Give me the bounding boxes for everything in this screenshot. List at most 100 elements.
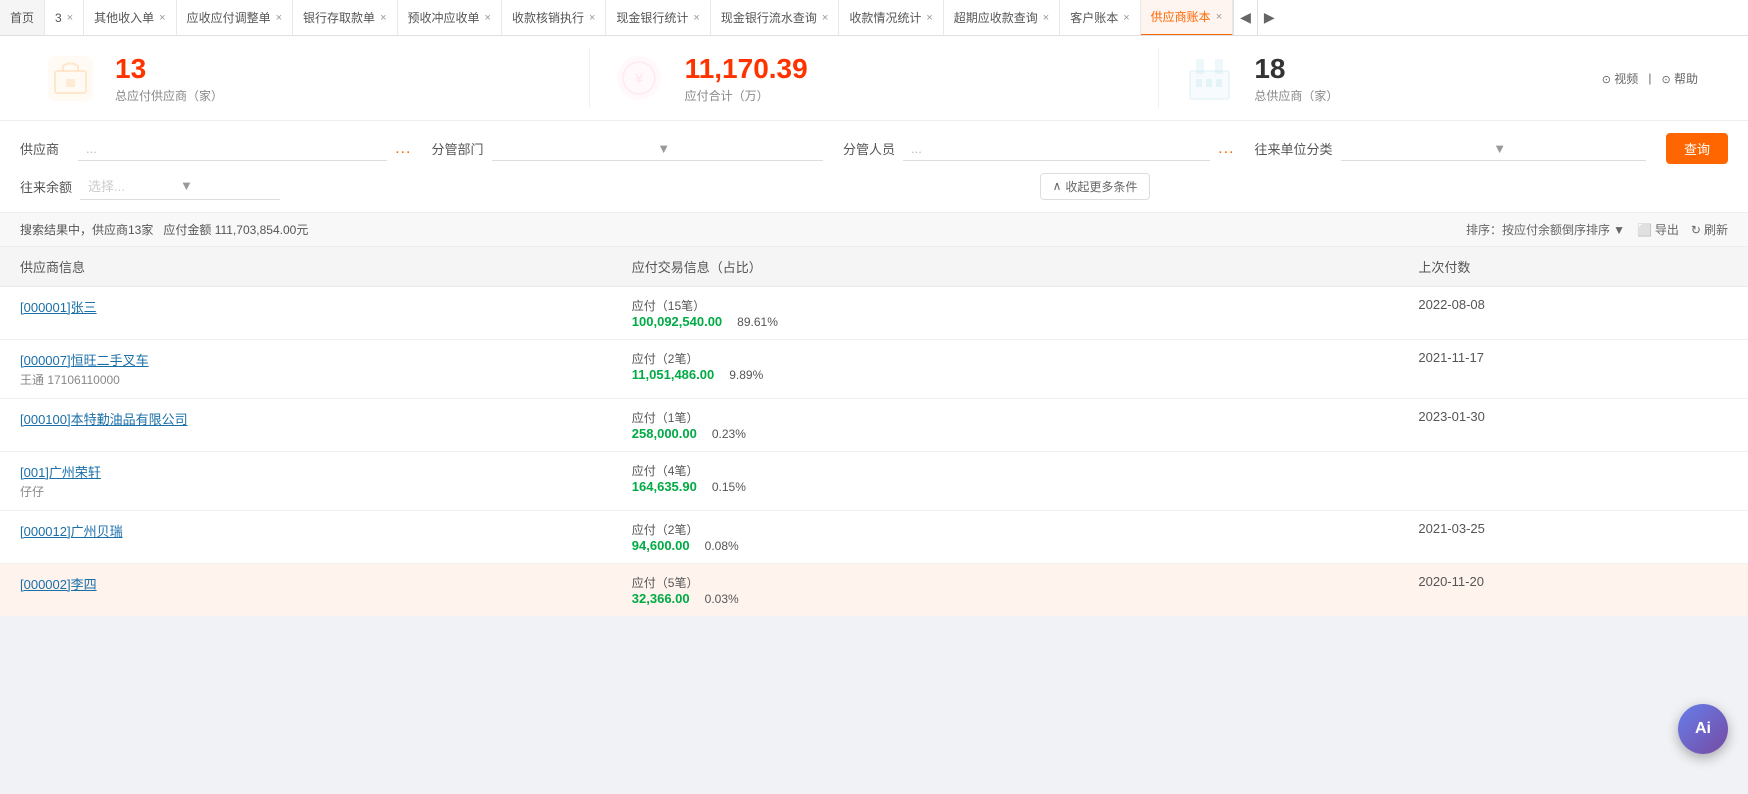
close-tab-supplier-account[interactable]: × <box>1216 11 1222 23</box>
refresh-button[interactable]: ↻ 刷新 <box>1691 221 1728 238</box>
payable-suppliers-label: 总应付供应商（家） <box>115 87 223 104</box>
nav-tab-adjustment[interactable]: 应收应付调整单 × <box>177 0 293 36</box>
payable-total-icon: ¥ <box>610 48 670 108</box>
nav-tab-overdue[interactable]: 超期应收款查询 × <box>944 0 1060 36</box>
amount-value-2: 258,000.00 <box>632 426 697 441</box>
nav-tab-prepay[interactable]: 预收冲应收单 × <box>398 0 502 36</box>
category-dropdown-arrow: ▼ <box>1493 141 1638 156</box>
trans-label-1: 应付（2笔） <box>632 350 1379 367</box>
last-payment-date-4: 2021-03-25 <box>1418 521 1485 536</box>
close-tab-other-income[interactable]: × <box>159 12 165 24</box>
last-payment-cell-2: 2023-01-30 <box>1398 399 1748 452</box>
total-suppliers-text: 18 总供应商（家） <box>1254 53 1338 104</box>
transaction-cell-5: 应付（5笔） 32,366.00 0.03% <box>612 564 1399 617</box>
person-ellipsis[interactable]: ... <box>1218 140 1234 158</box>
collapse-icon: ∧ <box>1053 179 1062 193</box>
percent-5: 0.03% <box>705 592 739 606</box>
supplier-link-2[interactable]: [000100]本特勤油品有限公司 <box>20 412 188 427</box>
search-button[interactable]: 查询 <box>1666 133 1728 164</box>
balance-dropdown-arrow: ▼ <box>180 178 272 193</box>
amount-row-1: 11,051,486.00 9.89% <box>632 367 1379 382</box>
filter-dept: 分管部门 ▼ <box>432 137 824 161</box>
table-container: 供应商信息 应付交易信息（占比） 上次付数 [000001]张三 应付（15笔）… <box>0 247 1748 617</box>
total-suppliers-number: 18 <box>1254 53 1338 85</box>
table-row: [000100]本特勤油品有限公司 应付（1笔） 258,000.00 0.23… <box>0 399 1748 452</box>
supplier-link-5[interactable]: [000002]李四 <box>20 577 97 592</box>
close-tab-3[interactable]: × <box>67 12 73 24</box>
table-row: [000001]张三 应付（15笔） 100,092,540.00 89.61%… <box>0 287 1748 340</box>
payable-suppliers-text: 13 总应付供应商（家） <box>115 53 223 104</box>
filter-person: 分管人员 ... <box>843 137 1235 161</box>
nav-tab-customer-account[interactable]: 客户账本 × <box>1060 0 1140 36</box>
close-tab-customer-account[interactable]: × <box>1123 12 1129 24</box>
supplier-ellipsis[interactable]: ... <box>395 140 411 158</box>
dept-label: 分管部门 <box>432 139 484 158</box>
nav-tab-collection-stat[interactable]: 收款情况统计 × <box>839 0 943 36</box>
filter-row-1: 供应商 ... 分管部门 ▼ 分管人员 ... 往来单位分类 ▼ 查询 <box>20 133 1728 164</box>
trans-label-5: 应付（5笔） <box>632 574 1379 591</box>
transaction-cell-2: 应付（1笔） 258,000.00 0.23% <box>612 399 1399 452</box>
close-tab-cash-flow[interactable]: × <box>822 12 828 24</box>
nav-tab-other-income[interactable]: 其他收入单 × <box>84 0 176 36</box>
refresh-label: 刷新 <box>1704 221 1728 238</box>
supplier-table: 供应商信息 应付交易信息（占比） 上次付数 [000001]张三 应付（15笔）… <box>0 247 1748 617</box>
filter-bar: 供应商 ... 分管部门 ▼ 分管人员 ... 往来单位分类 ▼ 查询 往来 <box>0 121 1748 213</box>
percent-4: 0.08% <box>705 539 739 553</box>
close-tab-collection-stat[interactable]: × <box>926 12 932 24</box>
amount-value-0: 100,092,540.00 <box>632 314 722 329</box>
sort-button[interactable]: 排序：按应付余额倒序排序 ▼ <box>1466 221 1625 238</box>
category-dropdown[interactable]: ▼ <box>1341 137 1646 161</box>
dept-dropdown-arrow: ▼ <box>657 141 815 156</box>
trans-label-0: 应付（15笔） <box>632 297 1379 314</box>
supplier-cell-2: [000100]本特勤油品有限公司 <box>0 399 612 452</box>
video-link[interactable]: ⊙ 视频 <box>1602 70 1639 87</box>
supplier-link-4[interactable]: [000012]广州贝瑞 <box>20 524 123 539</box>
close-tab-cash-stat[interactable]: × <box>693 12 699 24</box>
amount-value-5: 32,366.00 <box>632 591 690 606</box>
table-row: [000012]广州贝瑞 应付（2笔） 94,600.00 0.08% 2021… <box>0 511 1748 564</box>
nav-tab-cash-flow[interactable]: 现金银行流水查询 × <box>711 0 839 36</box>
close-tab-bank[interactable]: × <box>380 12 386 24</box>
nav-prev-arrow[interactable]: ◀ <box>1233 0 1257 36</box>
results-summary: 搜索结果中，供应商13家 应付金额 111,703,854.00元 <box>20 221 308 238</box>
amount-row-2: 258,000.00 0.23% <box>632 426 1379 441</box>
category-label: 往来单位分类 <box>1255 139 1333 158</box>
supplier-sub-info-3: 仔仔 <box>20 483 592 500</box>
close-tab-collection[interactable]: × <box>589 12 595 24</box>
total-suppliers-label: 总供应商（家） <box>1254 87 1338 104</box>
nav-tab-bank[interactable]: 银行存取款单 × <box>293 0 397 36</box>
separator: | <box>1648 71 1651 85</box>
results-actions: 排序：按应付余额倒序排序 ▼ ⬜ 导出 ↻ 刷新 <box>1466 221 1728 238</box>
amount-row-5: 32,366.00 0.03% <box>632 591 1379 606</box>
supplier-link-0[interactable]: [000001]张三 <box>20 300 97 315</box>
transaction-cell-4: 应付（2笔） 94,600.00 0.08% <box>612 511 1399 564</box>
balance-dropdown[interactable]: 选择... ▼ <box>80 172 280 200</box>
sort-icon: ▼ <box>1613 223 1625 237</box>
col-last-payment: 上次付数 <box>1398 247 1748 287</box>
trans-label-3: 应付（4笔） <box>632 462 1379 479</box>
dept-dropdown[interactable]: ▼ <box>492 137 823 161</box>
nav-tab-collection[interactable]: 收款核销执行 × <box>502 0 606 36</box>
nav-next-arrow[interactable]: ▶ <box>1257 0 1281 36</box>
percent-3: 0.15% <box>712 480 746 494</box>
amount-value-1: 11,051,486.00 <box>632 367 714 382</box>
help-link[interactable]: ⊙ 帮助 <box>1661 70 1698 87</box>
close-tab-overdue[interactable]: × <box>1043 12 1049 24</box>
collapse-button[interactable]: ∧ 收起更多条件 <box>1040 173 1151 200</box>
col-transaction-info: 应付交易信息（占比） <box>612 247 1399 287</box>
nav-tab-cash-stat[interactable]: 现金银行统计 × <box>606 0 710 36</box>
nav-tab-3[interactable]: 3 × <box>45 0 84 36</box>
supplier-link-1[interactable]: [000007]恒旺二手叉车 <box>20 353 149 368</box>
ai-badge[interactable]: Ai <box>1678 704 1728 754</box>
close-tab-prepay[interactable]: × <box>485 12 491 24</box>
svg-text:¥: ¥ <box>634 70 643 86</box>
export-button[interactable]: ⬜ 导出 <box>1637 221 1679 238</box>
supplier-link-3[interactable]: [001]广州荣轩 <box>20 465 101 480</box>
top-links: ⊙ 视频 | ⊙ 帮助 <box>1602 70 1708 87</box>
amount-value-4: 94,600.00 <box>632 538 690 553</box>
supplier-input[interactable] <box>78 137 387 161</box>
nav-tab-supplier-account[interactable]: 供应商账本 × <box>1141 0 1233 36</box>
nav-tab-home[interactable]: 首页 <box>0 0 45 36</box>
person-input[interactable] <box>903 137 1210 161</box>
close-tab-adjustment[interactable]: × <box>276 12 282 24</box>
